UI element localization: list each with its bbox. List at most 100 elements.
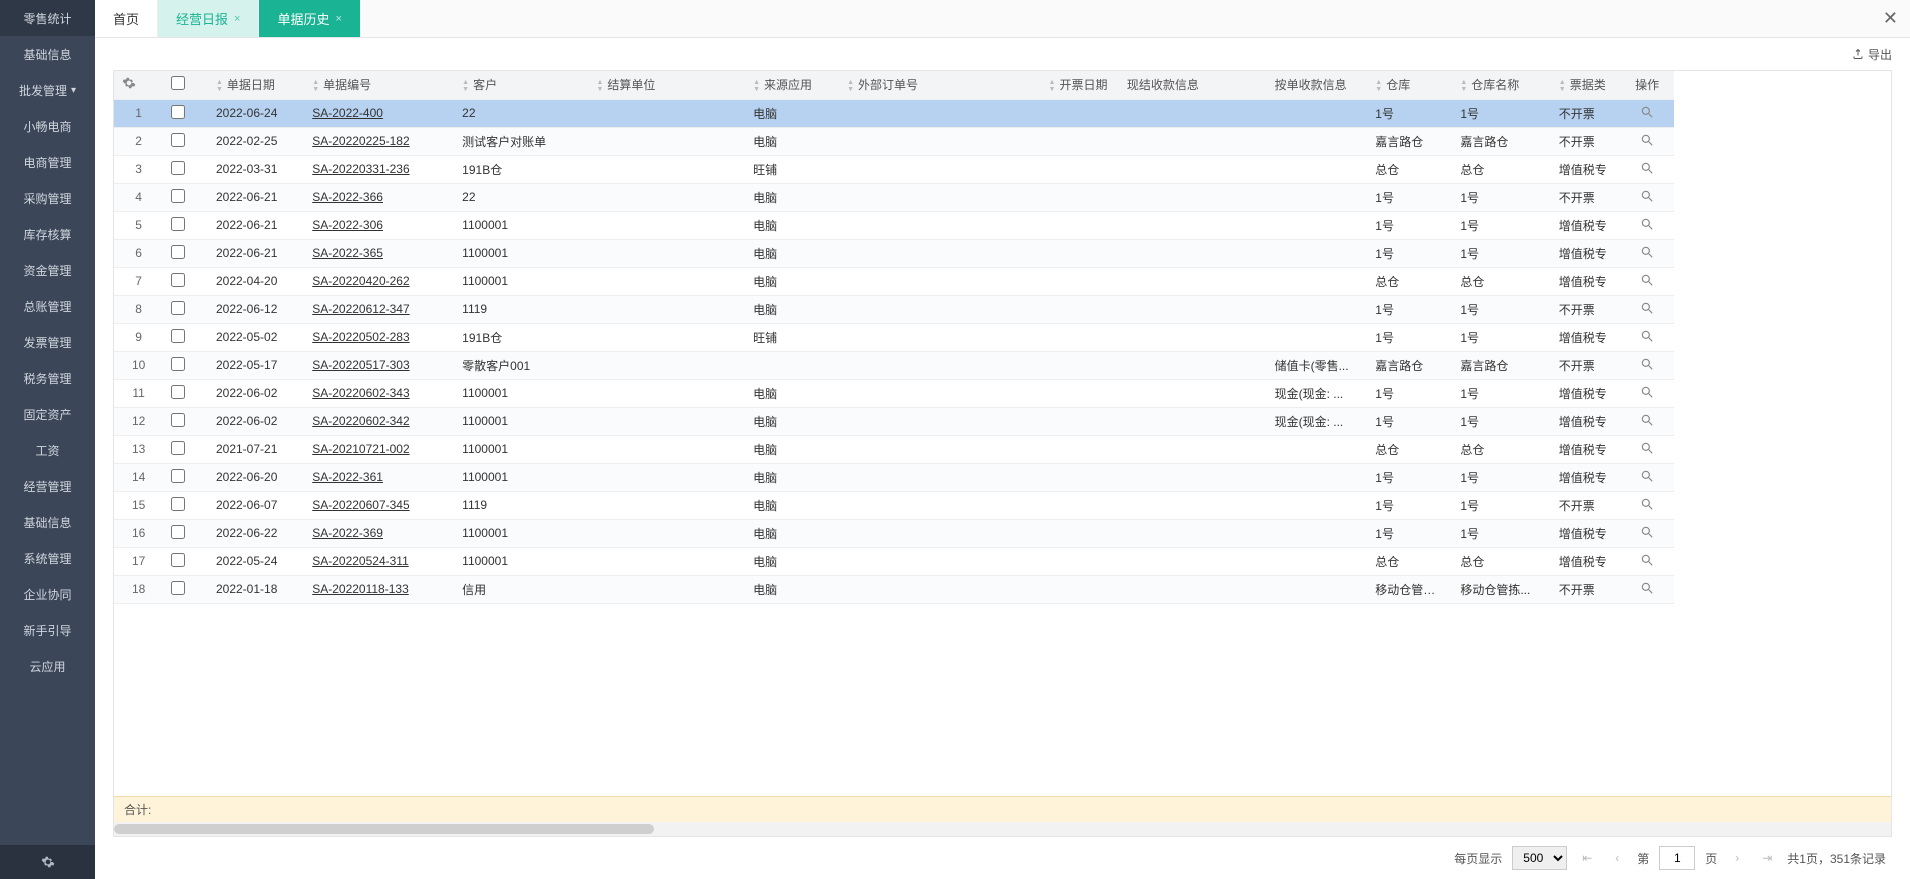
table-row[interactable]: 42022-06-21SA-2022-36622电脑1号1号不开票 <box>114 183 1674 211</box>
select-all-checkbox[interactable] <box>171 76 185 90</box>
last-page-button[interactable]: ⇥ <box>1757 848 1777 868</box>
row-checkbox[interactable] <box>171 553 185 567</box>
row-checkbox[interactable] <box>171 245 185 259</box>
row-check-cell[interactable] <box>163 127 208 155</box>
row-check-cell[interactable] <box>163 155 208 183</box>
row-check-cell[interactable] <box>163 323 208 351</box>
row-check-cell[interactable] <box>163 491 208 519</box>
row-checkbox[interactable] <box>171 301 185 315</box>
doc-link[interactable]: SA-20210721-002 <box>312 442 409 456</box>
sidebar-item-6[interactable]: 库存核算 <box>0 216 95 252</box>
row-checkbox[interactable] <box>171 497 185 511</box>
row-check-cell[interactable] <box>163 183 208 211</box>
sidebar-item-14[interactable]: 基础信息 <box>0 504 95 540</box>
table-row[interactable]: 22022-02-25SA-20220225-182测试客户对账单电脑嘉言路仓嘉… <box>114 127 1674 155</box>
doc-link[interactable]: SA-2022-306 <box>312 218 383 232</box>
col-customer[interactable]: 客户 <box>454 71 588 99</box>
row-check-cell[interactable] <box>163 379 208 407</box>
sidebar-item-11[interactable]: 固定资产 <box>0 396 95 432</box>
scrollbar-thumb[interactable] <box>114 824 654 834</box>
row-checkbox[interactable] <box>171 189 185 203</box>
row-check-cell[interactable] <box>163 547 208 575</box>
export-button[interactable]: 导出 <box>1852 46 1892 63</box>
sidebar-item-15[interactable]: 系统管理 <box>0 540 95 576</box>
close-all-tabs-button[interactable]: ✕ <box>1871 0 1910 37</box>
sidebar-settings-button[interactable] <box>0 845 95 879</box>
sidebar-item-8[interactable]: 总账管理 <box>0 288 95 324</box>
table-row[interactable]: 62022-06-21SA-2022-3651100001电脑1号1号增值税专 <box>114 239 1674 267</box>
row-checkbox[interactable] <box>171 161 185 175</box>
row-checkbox[interactable] <box>171 385 185 399</box>
cell-operate[interactable] <box>1620 267 1674 295</box>
cell-operate[interactable] <box>1620 155 1674 183</box>
cell-operate[interactable] <box>1620 547 1674 575</box>
doc-link[interactable]: SA-20220331-236 <box>312 162 409 176</box>
sidebar-item-0[interactable]: 零售统计 <box>0 0 95 36</box>
cell-operate[interactable] <box>1620 407 1674 435</box>
row-check-cell[interactable] <box>163 267 208 295</box>
col-warehouse[interactable]: 仓库 <box>1367 71 1452 99</box>
sidebar-item-2[interactable]: 批发管理 <box>0 72 95 108</box>
column-config-header[interactable] <box>114 71 163 99</box>
col-settle[interactable]: 结算单位 <box>588 71 745 99</box>
cell-operate[interactable] <box>1620 239 1674 267</box>
row-checkbox[interactable] <box>171 581 185 595</box>
table-row[interactable]: 122022-06-02SA-20220602-3421100001电脑现金(现… <box>114 407 1674 435</box>
doc-link[interactable]: SA-2022-361 <box>312 470 383 484</box>
tab-close-icon[interactable]: × <box>234 13 240 25</box>
next-page-button[interactable]: › <box>1727 848 1747 868</box>
sidebar-item-18[interactable]: 云应用 <box>0 648 95 684</box>
tab-1[interactable]: 经营日报× <box>158 0 259 37</box>
sidebar-item-12[interactable]: 工资 <box>0 432 95 468</box>
row-check-cell[interactable] <box>163 211 208 239</box>
doc-link[interactable]: SA-2022-369 <box>312 526 383 540</box>
table-row[interactable]: 72022-04-20SA-20220420-2621100001电脑总仓总仓增… <box>114 267 1674 295</box>
doc-link[interactable]: SA-20220602-342 <box>312 414 409 428</box>
col-ticket[interactable]: 票据类 <box>1551 71 1620 99</box>
doc-link[interactable]: SA-20220502-283 <box>312 330 409 344</box>
cell-operate[interactable] <box>1620 183 1674 211</box>
col-date[interactable]: 单据日期 <box>208 71 304 99</box>
row-check-cell[interactable] <box>163 519 208 547</box>
table-row[interactable]: 142022-06-20SA-2022-3611100001电脑1号1号增值税专 <box>114 463 1674 491</box>
row-check-cell[interactable] <box>163 407 208 435</box>
row-checkbox[interactable] <box>171 133 185 147</box>
cell-operate[interactable] <box>1620 575 1674 603</box>
table-row[interactable]: 52022-06-21SA-2022-3061100001电脑1号1号增值税专 <box>114 211 1674 239</box>
prev-page-button[interactable]: ‹ <box>1607 848 1627 868</box>
row-check-cell[interactable] <box>163 351 208 379</box>
tab-close-icon[interactable]: × <box>335 13 341 25</box>
table-row[interactable]: 112022-06-02SA-20220602-3431100001电脑现金(现… <box>114 379 1674 407</box>
sidebar-item-3[interactable]: 小畅电商 <box>0 108 95 144</box>
row-check-cell[interactable] <box>163 575 208 603</box>
cell-operate[interactable] <box>1620 435 1674 463</box>
cell-operate[interactable] <box>1620 491 1674 519</box>
sidebar-item-7[interactable]: 资金管理 <box>0 252 95 288</box>
cell-operate[interactable] <box>1620 99 1674 127</box>
col-receiptinfo[interactable]: 按单收款信息 <box>1267 71 1368 99</box>
sidebar-item-5[interactable]: 采购管理 <box>0 180 95 216</box>
col-extorder[interactable]: 外部订单号 <box>839 71 1040 99</box>
row-checkbox[interactable] <box>171 441 185 455</box>
table-row[interactable]: 102022-05-17SA-20220517-303零散客户001储值卡(零售… <box>114 351 1674 379</box>
col-doc[interactable]: 单据编号 <box>304 71 454 99</box>
table-row[interactable]: 182022-01-18SA-20220118-133信用电脑移动仓管拣...移… <box>114 575 1674 603</box>
tab-0[interactable]: 首页 <box>95 0 158 37</box>
row-check-cell[interactable] <box>163 435 208 463</box>
table-row[interactable]: 152022-06-07SA-20220607-3451119电脑1号1号不开票 <box>114 491 1674 519</box>
cell-operate[interactable] <box>1620 323 1674 351</box>
cell-operate[interactable] <box>1620 519 1674 547</box>
tab-2[interactable]: 单据历史× <box>259 0 360 37</box>
doc-link[interactable]: SA-20220602-343 <box>312 386 409 400</box>
doc-link[interactable]: SA-20220612-347 <box>312 302 409 316</box>
row-checkbox[interactable] <box>171 469 185 483</box>
doc-link[interactable]: SA-20220607-345 <box>312 498 409 512</box>
table-row[interactable]: 82022-06-12SA-20220612-3471119电脑1号1号不开票 <box>114 295 1674 323</box>
doc-link[interactable]: SA-2022-400 <box>312 106 383 120</box>
sidebar-item-9[interactable]: 发票管理 <box>0 324 95 360</box>
table-row[interactable]: 132021-07-21SA-20210721-0021100001电脑总仓总仓… <box>114 435 1674 463</box>
cell-operate[interactable] <box>1620 211 1674 239</box>
sidebar-item-1[interactable]: 基础信息 <box>0 36 95 72</box>
cell-operate[interactable] <box>1620 295 1674 323</box>
cell-operate[interactable] <box>1620 351 1674 379</box>
